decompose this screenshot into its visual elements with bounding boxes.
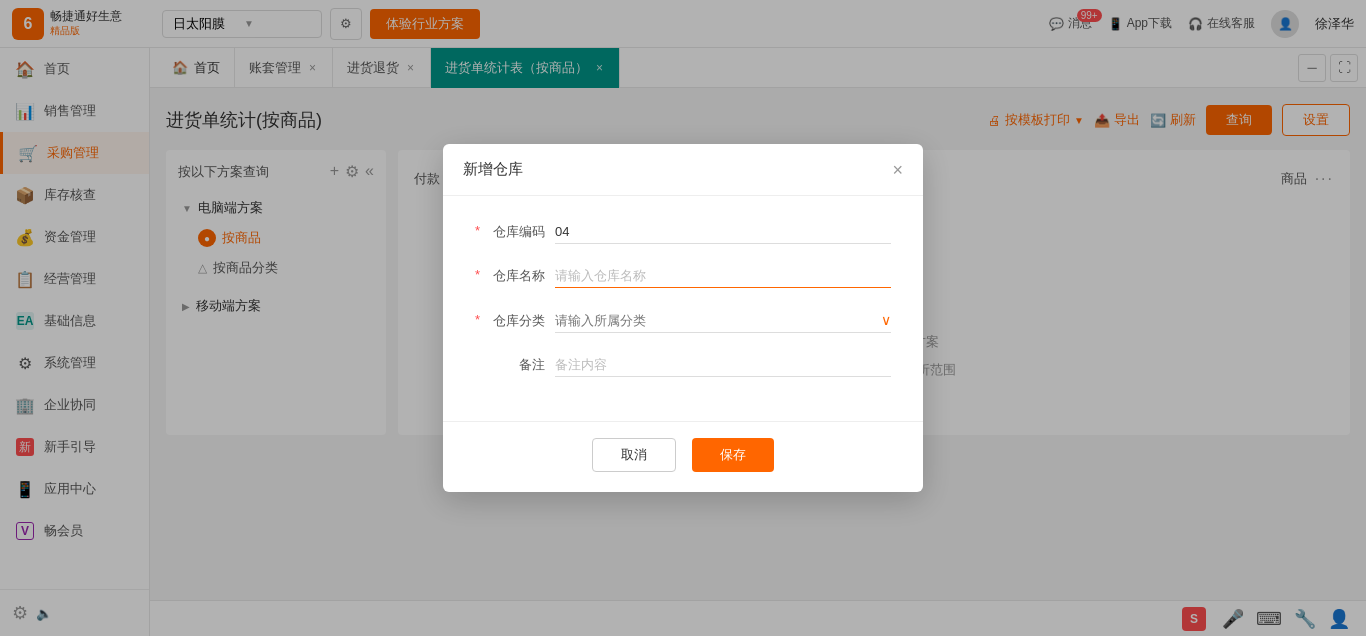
- name-input[interactable]: [555, 264, 891, 288]
- remark-form-row: 备注: [475, 353, 891, 377]
- category-label: 仓库分类: [475, 312, 555, 330]
- category-form-row: 仓库分类 ∨: [475, 308, 891, 333]
- name-form-row: 仓库名称: [475, 264, 891, 288]
- save-button[interactable]: 保存: [692, 438, 774, 472]
- code-form-row: 仓库编码: [475, 220, 891, 244]
- remark-label: 备注: [475, 356, 555, 374]
- remark-input[interactable]: [555, 353, 891, 377]
- modal-overlay[interactable]: 新增仓库 × 仓库编码 仓库名称 仓库分类: [0, 0, 1366, 636]
- category-dropdown-icon[interactable]: ∨: [881, 312, 891, 328]
- code-input[interactable]: [555, 220, 891, 244]
- new-warehouse-modal: 新增仓库 × 仓库编码 仓库名称 仓库分类: [443, 144, 923, 492]
- modal-footer: 取消 保存: [443, 421, 923, 492]
- modal-title: 新增仓库: [463, 160, 523, 179]
- name-label: 仓库名称: [475, 267, 555, 285]
- category-input[interactable]: [555, 313, 881, 328]
- cancel-button[interactable]: 取消: [592, 438, 676, 472]
- code-label: 仓库编码: [475, 223, 555, 241]
- modal-close-button[interactable]: ×: [892, 161, 903, 179]
- category-select-row: ∨: [555, 308, 891, 333]
- modal-header: 新增仓库 ×: [443, 144, 923, 196]
- modal-body: 仓库编码 仓库名称 仓库分类 ∨: [443, 196, 923, 421]
